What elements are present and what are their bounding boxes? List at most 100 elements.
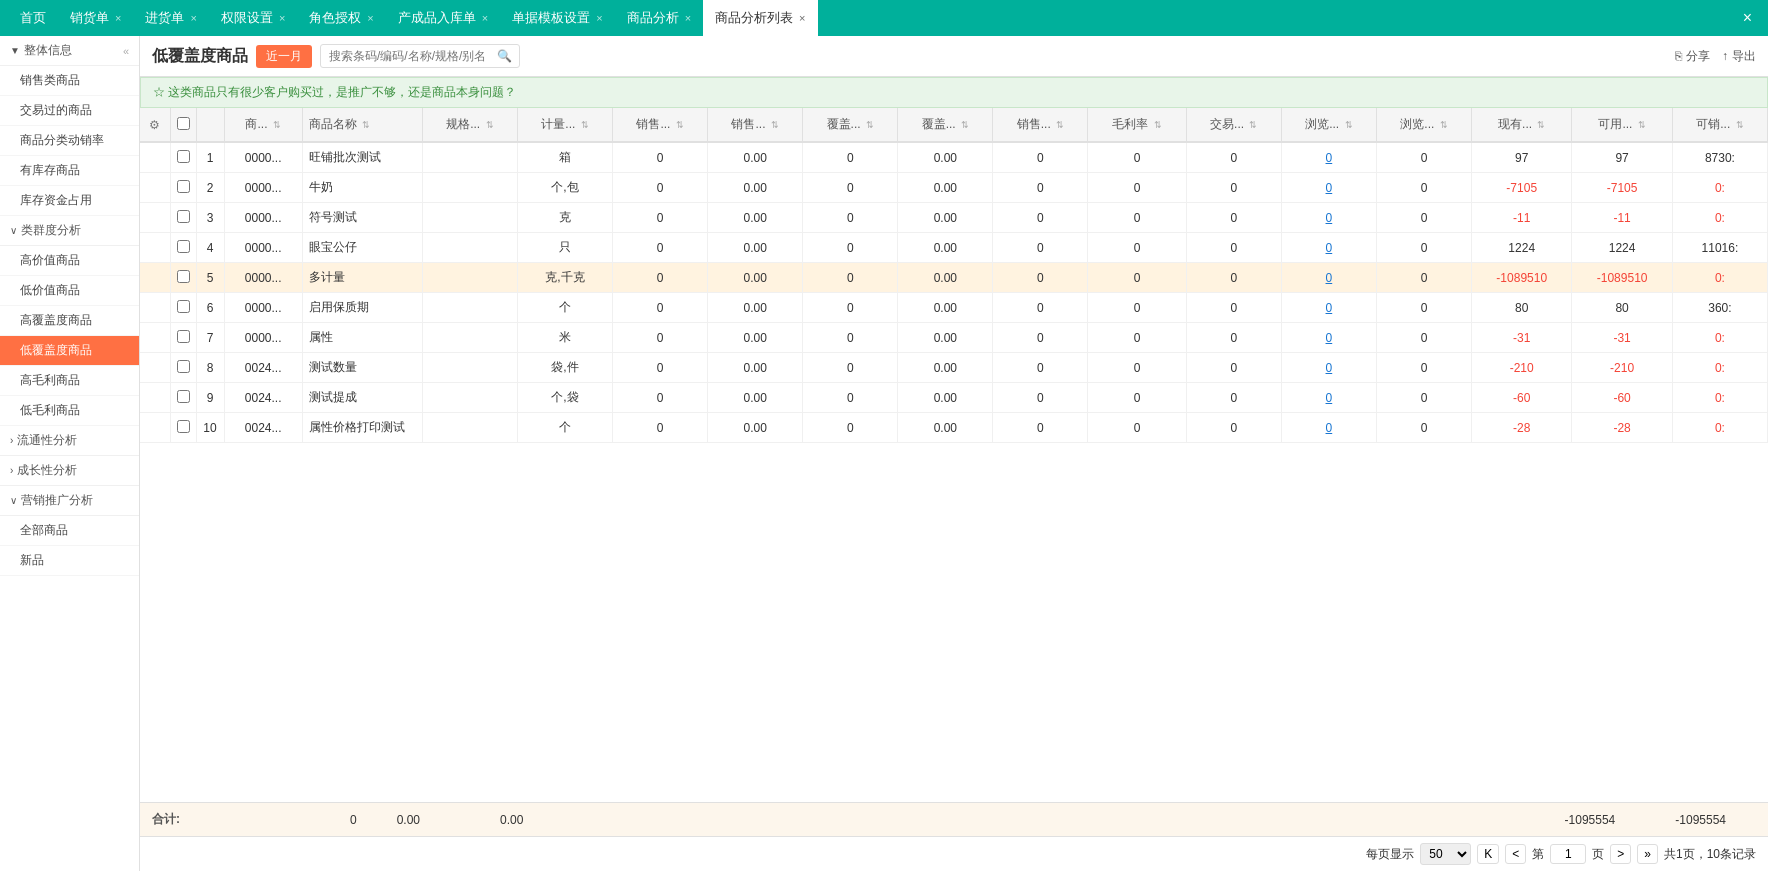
column-sales-amt[interactable]: 销售... ⇅ — [708, 108, 803, 142]
sidebar-item-new-goods[interactable]: 新品 — [0, 546, 139, 576]
export-button[interactable]: ↑ 导出 — [1722, 48, 1756, 65]
nav-tab-sales[interactable]: 销货单 × — [58, 0, 133, 36]
column-sales3[interactable]: 销售... ⇅ — [993, 108, 1088, 142]
row-checkbox[interactable] — [170, 293, 196, 323]
column-sales-qty[interactable]: 销售... ⇅ — [613, 108, 708, 142]
column-current[interactable]: 现有... ⇅ — [1472, 108, 1572, 142]
row-checkbox[interactable] — [170, 142, 196, 173]
sidebar-item-low-coverage[interactable]: 低覆盖度商品 — [0, 336, 139, 366]
row-cov1: 0 — [803, 203, 898, 233]
column-spec[interactable]: 规格... ⇅ — [422, 108, 517, 142]
share-button[interactable]: ⎘ 分享 — [1675, 48, 1710, 65]
prev-page-button[interactable]: < — [1505, 844, 1526, 864]
sidebar-group-quality[interactable]: ∨ 类群度分析 — [0, 216, 139, 246]
sidebar-item-all-goods[interactable]: 全部商品 — [0, 516, 139, 546]
nav-tab-product-entry[interactable]: 产成品入库单 × — [386, 0, 500, 36]
close-analysis-list-tab[interactable]: × — [799, 12, 805, 24]
content-area: 低覆盖度商品 近一月 🔍 ⎘ 分享 ↑ 导出 ☆ 这类商品只有很少客户购买过，是… — [140, 36, 1768, 871]
page-size-select[interactable]: 50 100 200 — [1420, 843, 1471, 865]
sidebar-item-turnover-rate[interactable]: 商品分类动销率 — [0, 126, 139, 156]
first-page-button[interactable]: K — [1477, 844, 1499, 864]
row-browse1[interactable]: 0 — [1281, 353, 1376, 383]
sidebar-item-sales-goods[interactable]: 销售类商品 — [0, 66, 139, 96]
column-available[interactable]: 可用... ⇅ — [1572, 108, 1672, 142]
column-browse2[interactable]: 浏览... ⇅ — [1376, 108, 1471, 142]
column-code[interactable]: 商... ⇅ — [224, 108, 302, 142]
column-checkbox[interactable] — [170, 108, 196, 142]
row-browse1[interactable]: 0 — [1281, 263, 1376, 293]
search-input[interactable] — [320, 44, 520, 68]
sidebar-group-marketing[interactable]: ∨ 营销推广分析 — [0, 486, 139, 516]
row-cov1: 0 — [803, 323, 898, 353]
close-sales-tab[interactable]: × — [115, 12, 121, 24]
row-browse1[interactable]: 0 — [1281, 203, 1376, 233]
row-browse1[interactable]: 0 — [1281, 323, 1376, 353]
sidebar-item-high-value[interactable]: 高价值商品 — [0, 246, 139, 276]
row-checkbox[interactable] — [170, 263, 196, 293]
nav-tab-role[interactable]: 角色授权 × — [297, 0, 385, 36]
row-settings — [140, 353, 170, 383]
column-trans[interactable]: 交易... ⇅ — [1186, 108, 1281, 142]
sidebar-group-overview[interactable]: ▼ 整体信息 « — [0, 36, 139, 66]
row-settings — [140, 413, 170, 443]
nav-tab-purchase[interactable]: 进货单 × — [133, 0, 208, 36]
select-all-checkbox[interactable] — [177, 117, 190, 130]
nav-tab-perms[interactable]: 权限设置 × — [209, 0, 297, 36]
sidebar-item-high-coverage[interactable]: 高覆盖度商品 — [0, 306, 139, 336]
row-trans: 0 — [1186, 413, 1281, 443]
date-filter-button[interactable]: 近一月 — [256, 45, 312, 68]
row-checkbox[interactable] — [170, 173, 196, 203]
column-unit[interactable]: 计量... ⇅ — [517, 108, 612, 142]
column-settings[interactable]: ⚙ — [140, 108, 170, 142]
sidebar-item-traded-goods[interactable]: 交易过的商品 — [0, 96, 139, 126]
column-name[interactable]: 商品名称 ⇅ — [302, 108, 422, 142]
close-perms-tab[interactable]: × — [279, 12, 285, 24]
column-browse1[interactable]: 浏览... ⇅ — [1281, 108, 1376, 142]
row-checkbox[interactable] — [170, 233, 196, 263]
close-analysis-tab[interactable]: × — [685, 12, 691, 24]
sidebar-group-flow[interactable]: › 流通性分析 — [0, 426, 139, 456]
last-page-button[interactable]: » — [1637, 844, 1658, 864]
collapse-sidebar-icon[interactable]: « — [123, 45, 129, 57]
row-checkbox[interactable] — [170, 353, 196, 383]
sidebar-item-low-profit[interactable]: 低毛利商品 — [0, 396, 139, 426]
close-role-tab[interactable]: × — [367, 12, 373, 24]
close-product-entry-tab[interactable]: × — [482, 12, 488, 24]
row-checkbox[interactable] — [170, 383, 196, 413]
row-browse1[interactable]: 0 — [1281, 383, 1376, 413]
row-trans: 0 — [1186, 383, 1281, 413]
nav-tab-template[interactable]: 单据模板设置 × — [500, 0, 614, 36]
column-cov2[interactable]: 覆盖... ⇅ — [898, 108, 993, 142]
sidebar-item-high-profit[interactable]: 高毛利商品 — [0, 366, 139, 396]
sidebar-group-growth[interactable]: › 成长性分析 — [0, 456, 139, 486]
column-gross[interactable]: 毛利率 ⇅ — [1088, 108, 1186, 142]
table-container[interactable]: ⚙ 商... ⇅ 商品名称 ⇅ 规格... ⇅ 计量... ⇅ 销售... ⇅ … — [140, 108, 1768, 802]
row-browse1[interactable]: 0 — [1281, 173, 1376, 203]
row-browse2: 0 — [1376, 233, 1471, 263]
row-spec — [422, 383, 517, 413]
row-num: 2 — [196, 173, 224, 203]
nav-tab-analysis[interactable]: 商品分析 × — [615, 0, 703, 36]
column-sellable[interactable]: 可销... ⇅ — [1672, 108, 1767, 142]
row-checkbox[interactable] — [170, 203, 196, 233]
sidebar-item-low-value[interactable]: 低价值商品 — [0, 276, 139, 306]
row-sales-amt: 0.00 — [708, 323, 803, 353]
close-purchase-tab[interactable]: × — [190, 12, 196, 24]
row-checkbox[interactable] — [170, 323, 196, 353]
next-page-button[interactable]: > — [1610, 844, 1631, 864]
row-browse1[interactable]: 0 — [1281, 413, 1376, 443]
row-browse1[interactable]: 0 — [1281, 293, 1376, 323]
sidebar-item-with-stock[interactable]: 有库存商品 — [0, 156, 139, 186]
nav-tab-home[interactable]: 首页 — [8, 0, 58, 36]
close-template-tab[interactable]: × — [596, 12, 602, 24]
nav-tab-analysis-list[interactable]: 商品分析列表 × — [703, 0, 817, 36]
sidebar-item-stock-capital[interactable]: 库存资金占用 — [0, 186, 139, 216]
row-checkbox[interactable] — [170, 413, 196, 443]
page-number-input[interactable] — [1550, 844, 1586, 864]
row-name: 属性价格打印测试 — [302, 413, 422, 443]
row-browse1[interactable]: 0 — [1281, 142, 1376, 173]
close-all-tabs[interactable]: × — [1735, 9, 1760, 27]
column-cov1[interactable]: 覆盖... ⇅ — [803, 108, 898, 142]
row-browse1[interactable]: 0 — [1281, 233, 1376, 263]
row-sellable: 11016: — [1672, 233, 1767, 263]
